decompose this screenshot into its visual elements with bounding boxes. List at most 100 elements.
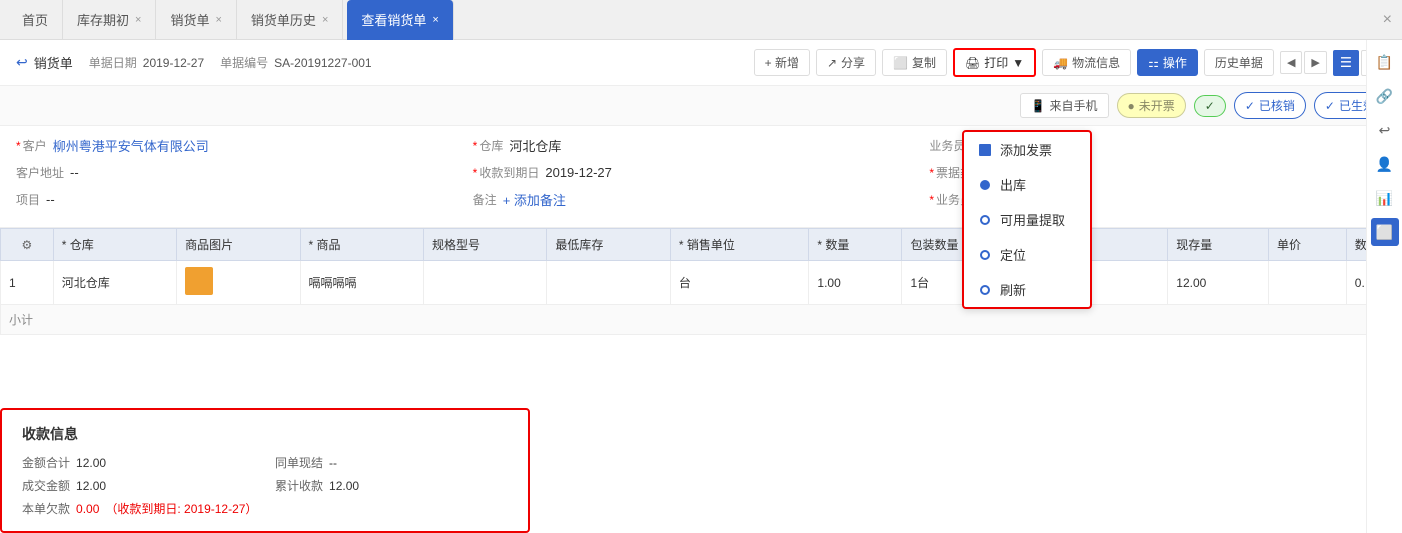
doc-number-value: SA-20191227-001 (274, 56, 371, 70)
payment-same-order-row: 同单现结 -- (275, 454, 508, 471)
operations-label: 操作 (1163, 54, 1187, 71)
locate-label: 定位 (1000, 245, 1026, 264)
tab-view-sales[interactable]: 查看销货单 × (347, 0, 453, 40)
ticket-icon: ● (1128, 99, 1135, 113)
tab-inventory[interactable]: 库存期初 × (63, 0, 156, 40)
effect-icon: ✓ (1325, 99, 1335, 113)
product-image (185, 267, 213, 295)
note-label: 备注 (473, 191, 497, 208)
payment-date-label: 收款到期日 (473, 164, 540, 181)
add-invoice-icon (978, 143, 992, 157)
dropdown-refresh[interactable]: 刷新 (964, 272, 1090, 307)
customer-value[interactable]: 柳州粤港平安气体有限公司 (53, 136, 209, 155)
copy-label: 复制 (912, 54, 936, 71)
payment-grid: 金额合计 12.00 同单现结 -- 成交金额 12.00 累计收款 12.00… (22, 454, 508, 517)
sidebar-icon-6[interactable]: ⬜ (1371, 218, 1399, 246)
tab-sales-close[interactable]: × (215, 14, 221, 26)
customer-field: 客户 柳州粤港平安气体有限公司 (16, 136, 473, 155)
tab-inventory-label: 库存期初 (77, 10, 129, 29)
list-view-button[interactable]: ☰ (1333, 50, 1359, 76)
tab-bar: 首页 库存期初 × 销货单 × 销货单历史 × 查看销货单 × × (0, 0, 1402, 40)
operations-button[interactable]: ⚏ 操作 (1137, 49, 1198, 76)
th-unit: * 销售单位 (670, 229, 809, 261)
dropdown-add-invoice[interactable]: 添加发票 (964, 132, 1090, 167)
logistics-icon: 🚚 (1053, 56, 1068, 70)
square-icon (979, 144, 991, 156)
tab-view-sales-close[interactable]: × (432, 14, 438, 26)
subtotal-row: 小计 (1, 305, 1402, 335)
tab-sales[interactable]: 销货单 × (156, 0, 236, 40)
refresh-label: 刷新 (1000, 280, 1026, 299)
table-row: 1 河北仓库 嗝嗝嗝嗝 台 1.00 1台 12.00 0. (1, 261, 1402, 305)
sidebar-icon-5[interactable]: 📊 (1371, 184, 1399, 212)
refresh-icon (978, 283, 992, 297)
td-image (177, 261, 300, 305)
th-product: * 商品 (300, 229, 423, 261)
print-icon: 🖨 (965, 56, 980, 70)
tab-sales-history[interactable]: 销货单历史 × (237, 0, 343, 40)
phone-icon: 📱 (1031, 99, 1046, 113)
td-price (1268, 261, 1346, 305)
history-button[interactable]: 历史单据 (1204, 49, 1274, 76)
status-cancel-button[interactable]: ✓ 已核销 (1234, 92, 1306, 119)
share-button[interactable]: ↗ 分享 (816, 49, 876, 76)
not-open-button[interactable]: ● 未开票 (1117, 93, 1186, 118)
warehouse-value: 河北仓库 (509, 136, 561, 155)
td-current: 12.00 (1168, 261, 1269, 305)
doc-header: ↩ 销货单 单据日期 2019-12-27 单据编号 SA-20191227-0… (0, 40, 1402, 86)
payment-total-label: 金额合计 (22, 454, 70, 471)
print-button[interactable]: 🖨 打印 ▼ (953, 48, 1036, 77)
operations-dropdown: 添加发票 出库 可用量提取 定位 刷新 (962, 130, 1092, 309)
nav-arrows: ◀ ▶ (1280, 51, 1327, 74)
dropdown-locate[interactable]: 定位 (964, 237, 1090, 272)
address-value: -- (70, 165, 79, 180)
copy-icon: ⬜ (893, 56, 908, 70)
project-label: 项目 (16, 191, 40, 208)
main-content: ↩ 销货单 单据日期 2019-12-27 单据编号 SA-20191227-0… (0, 40, 1402, 533)
payment-same-order-label: 同单现结 (275, 454, 323, 471)
project-field: 项目 -- (16, 191, 473, 208)
from-phone-button[interactable]: 📱 来自手机 (1020, 93, 1109, 118)
payment-info-box: 收款信息 金额合计 12.00 同单现结 -- 成交金额 12.00 累计收款 … (0, 408, 530, 533)
right-sidebar: 📋 🔗 ↩ 👤 📊 ⬜ (1366, 40, 1402, 533)
address-field: 客户地址 -- (16, 164, 473, 181)
sidebar-icon-2[interactable]: 🔗 (1371, 82, 1399, 110)
form-row-2: 客户地址 -- 收款到期日 2019-12-27 票据类型 不开票 (16, 163, 1386, 182)
payment-cumulative-row: 累计收款 12.00 (275, 477, 508, 494)
tab-sales-history-label: 销货单历史 (251, 10, 316, 29)
doc-date-value: 2019-12-27 (143, 56, 204, 70)
td-min-stock (547, 261, 670, 305)
next-button[interactable]: ▶ (1304, 51, 1326, 74)
new-button[interactable]: + 新增 (754, 49, 810, 76)
share-label: 分享 (841, 54, 865, 71)
add-note-button[interactable]: + 添加备注 (503, 190, 566, 209)
tab-sales-history-close[interactable]: × (322, 14, 328, 26)
cancel-icon: ✓ (1245, 99, 1255, 113)
note-field: 备注 + 添加备注 (473, 190, 930, 209)
staff-label: 业务员 (929, 137, 965, 154)
check-button[interactable]: ✓ (1194, 95, 1226, 117)
tab-sales-label: 销货单 (170, 10, 209, 29)
td-spec (423, 261, 546, 305)
doc-number-field: 单据编号 SA-20191227-001 (220, 54, 371, 71)
print-dropdown-icon: ▼ (1012, 56, 1024, 70)
sidebar-icon-4[interactable]: 👤 (1371, 150, 1399, 178)
th-settings[interactable]: ⚙ (1, 229, 54, 261)
available-qty-icon (978, 213, 992, 227)
th-image: 商品图片 (177, 229, 300, 261)
dropdown-outbound[interactable]: 出库 (964, 167, 1090, 202)
status-cancel-label: 已核销 (1259, 97, 1295, 114)
copy-button[interactable]: ⬜ 复制 (882, 49, 947, 76)
th-qty: * 数量 (809, 229, 902, 261)
sidebar-icon-1[interactable]: 📋 (1371, 48, 1399, 76)
tab-inventory-close[interactable]: × (135, 14, 141, 26)
dropdown-available-qty[interactable]: 可用量提取 (964, 202, 1090, 237)
sidebar-icon-3[interactable]: ↩ (1371, 116, 1399, 144)
prev-button[interactable]: ◀ (1280, 51, 1302, 74)
tab-home[interactable]: 首页 (8, 0, 63, 40)
close-window-button[interactable]: × (1383, 11, 1392, 29)
subtotal-label: 小计 (1, 305, 1402, 335)
doc-date-field: 单据日期 2019-12-27 (89, 54, 204, 71)
logistics-button[interactable]: 🚚 物流信息 (1042, 49, 1131, 76)
doc-title-section: ↩ 销货单 (16, 53, 73, 72)
